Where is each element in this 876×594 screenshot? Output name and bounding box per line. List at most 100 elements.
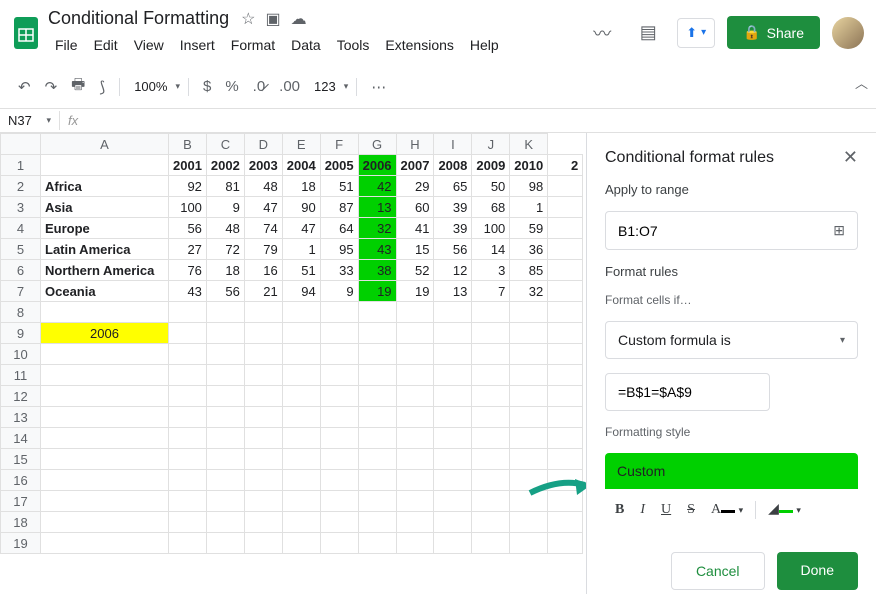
cell[interactable]	[396, 470, 434, 491]
cancel-button[interactable]: Cancel	[671, 552, 765, 590]
cell[interactable]: Oceania	[41, 281, 169, 302]
cell[interactable]	[41, 302, 169, 323]
cell[interactable]	[41, 512, 169, 533]
cell[interactable]	[282, 512, 320, 533]
bold-button[interactable]: B	[609, 498, 630, 522]
cell[interactable]	[206, 323, 244, 344]
cell[interactable]	[169, 344, 207, 365]
cell[interactable]	[396, 491, 434, 512]
cell[interactable]: 2009	[472, 155, 510, 176]
cell[interactable]	[244, 491, 282, 512]
cell[interactable]	[548, 302, 583, 323]
row-header[interactable]: 11	[1, 365, 41, 386]
cell[interactable]	[396, 323, 434, 344]
cell[interactable]	[396, 512, 434, 533]
cell[interactable]	[396, 386, 434, 407]
row-header[interactable]: 13	[1, 407, 41, 428]
col-header[interactable]: B	[169, 134, 207, 155]
undo-button[interactable]: ↶	[12, 73, 37, 101]
spreadsheet-grid[interactable]: A B C D E F G H I J K 120012002200320042…	[0, 133, 583, 554]
cell[interactable]: 2006	[41, 323, 169, 344]
close-icon[interactable]: ✕	[843, 147, 858, 168]
cell[interactable]	[169, 470, 207, 491]
cell[interactable]: 14	[472, 239, 510, 260]
cell[interactable]	[434, 470, 472, 491]
cell[interactable]: 48	[206, 218, 244, 239]
col-header[interactable]: K	[510, 134, 548, 155]
col-header[interactable]: A	[41, 134, 169, 155]
cell[interactable]: 27	[169, 239, 207, 260]
cell[interactable]	[282, 449, 320, 470]
cell[interactable]: 13	[358, 197, 396, 218]
cell[interactable]: 18	[282, 176, 320, 197]
cell[interactable]	[434, 365, 472, 386]
cell[interactable]	[169, 386, 207, 407]
cell[interactable]	[548, 281, 583, 302]
cloud-icon[interactable]: ☁	[291, 9, 307, 29]
cell[interactable]	[169, 449, 207, 470]
doc-title[interactable]: Conditional Formatting	[48, 8, 229, 29]
cell[interactable]	[358, 386, 396, 407]
currency-button[interactable]: $	[197, 73, 217, 100]
cell[interactable]	[41, 533, 169, 554]
cell[interactable]	[358, 512, 396, 533]
cell[interactable]: 2007	[396, 155, 434, 176]
menu-extensions[interactable]: Extensions	[378, 33, 460, 57]
activity-icon[interactable]: 〰	[585, 16, 619, 50]
menu-view[interactable]: View	[127, 33, 171, 57]
cell[interactable]	[206, 470, 244, 491]
cell[interactable]: 19	[396, 281, 434, 302]
row-header[interactable]: 5	[1, 239, 41, 260]
cell[interactable]	[434, 533, 472, 554]
row-header[interactable]: 1	[1, 155, 41, 176]
zoom-select[interactable]: 100%	[128, 75, 173, 98]
row-header[interactable]: 15	[1, 449, 41, 470]
percent-button[interactable]: %	[219, 73, 244, 100]
cell[interactable]: 2004	[282, 155, 320, 176]
col-header[interactable]: G	[358, 134, 396, 155]
cell[interactable]	[320, 365, 358, 386]
cell[interactable]: 32	[358, 218, 396, 239]
cell[interactable]	[396, 449, 434, 470]
cell[interactable]: 9	[320, 281, 358, 302]
cell[interactable]	[396, 407, 434, 428]
cell[interactable]	[548, 344, 583, 365]
row-header[interactable]: 9	[1, 323, 41, 344]
more-tools-button[interactable]: ⋯	[365, 73, 392, 101]
cell[interactable]	[169, 407, 207, 428]
cell[interactable]	[548, 470, 583, 491]
cell[interactable]: 95	[320, 239, 358, 260]
star-icon[interactable]: ☆	[241, 9, 255, 29]
sheets-logo[interactable]	[12, 15, 40, 51]
cell[interactable]	[244, 449, 282, 470]
account-avatar[interactable]	[832, 17, 864, 49]
col-header[interactable]: E	[282, 134, 320, 155]
cell[interactable]	[206, 407, 244, 428]
cell[interactable]	[41, 449, 169, 470]
cell[interactable]	[358, 533, 396, 554]
cell[interactable]	[510, 491, 548, 512]
cell[interactable]	[472, 491, 510, 512]
menu-insert[interactable]: Insert	[173, 33, 222, 57]
row-header[interactable]: 12	[1, 386, 41, 407]
cell[interactable]	[169, 323, 207, 344]
cell[interactable]: 16	[244, 260, 282, 281]
cell[interactable]: 76	[169, 260, 207, 281]
cell[interactable]: 7	[472, 281, 510, 302]
cell[interactable]	[206, 302, 244, 323]
cell[interactable]: 36	[510, 239, 548, 260]
cell[interactable]	[434, 386, 472, 407]
cell[interactable]	[472, 302, 510, 323]
done-button[interactable]: Done	[777, 552, 858, 590]
cell[interactable]: 90	[282, 197, 320, 218]
increase-decimal-button[interactable]: .00	[273, 73, 306, 100]
cell[interactable]: 72	[206, 239, 244, 260]
cell[interactable]	[548, 323, 583, 344]
text-color-button[interactable]: A ▾	[705, 498, 749, 522]
cell[interactable]	[206, 512, 244, 533]
cell[interactable]	[510, 512, 548, 533]
cell[interactable]: 43	[358, 239, 396, 260]
cell[interactable]	[282, 365, 320, 386]
cell[interactable]	[472, 344, 510, 365]
cell[interactable]: Europe	[41, 218, 169, 239]
